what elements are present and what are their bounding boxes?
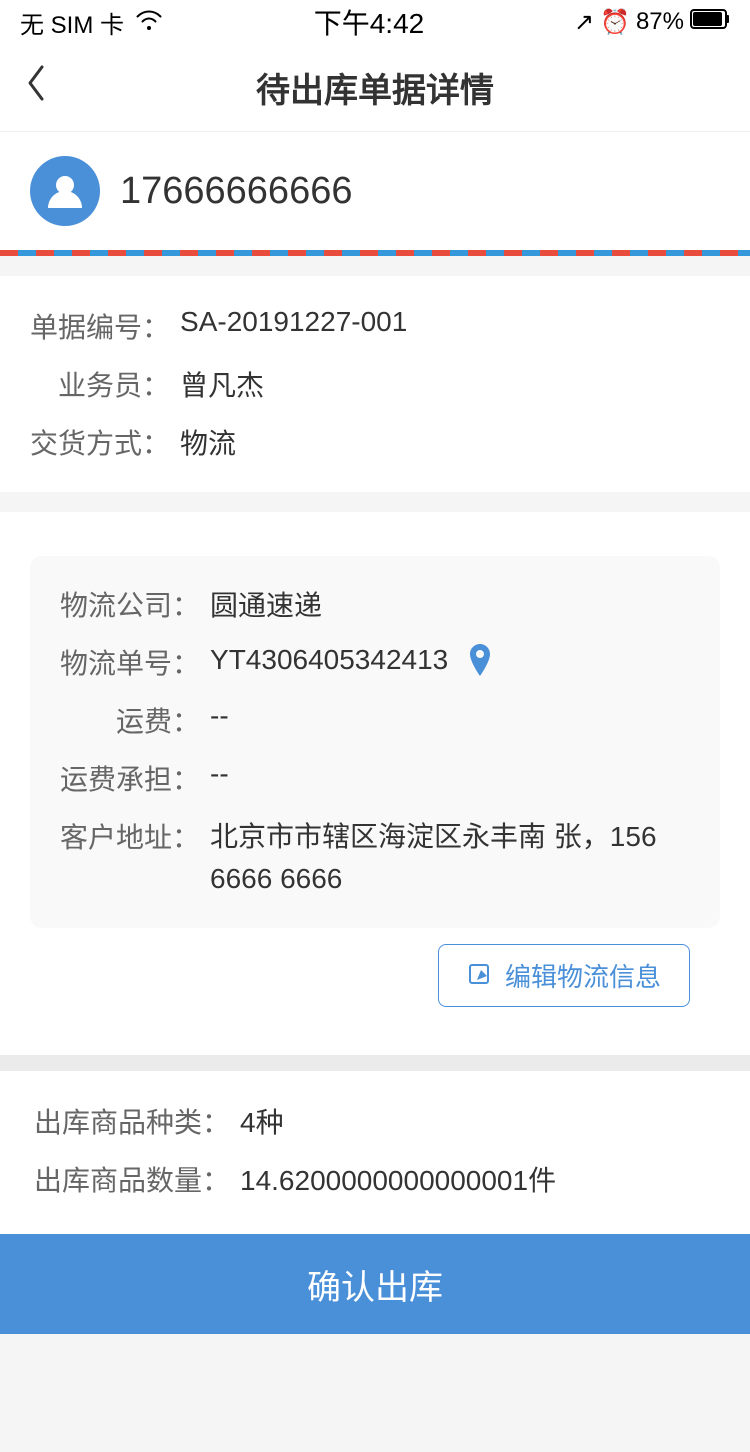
edit-logistics-label: 编辑物流信息 [505, 957, 661, 994]
address-row: 客户地址： 北京市市辖区海淀区永丰南 张，156 6666 6666 [60, 816, 690, 900]
carrier-text: 无 SIM 卡 [20, 5, 124, 40]
logistics-card: 物流公司： 圆通速递 物流单号： YT43064053424​13 运费： --… [30, 556, 720, 928]
salesperson-row: 业务员： 曾凡杰 [30, 364, 720, 404]
wifi-icon [134, 8, 164, 37]
goods-type-label: 出库商品种类： [30, 1101, 230, 1141]
location-status-icon: ↗ [574, 8, 594, 37]
goods-quantity-row: 出库商品数量： 14.620000000000000​1件 [30, 1159, 720, 1199]
goods-section: 出库商品种类： 4种 出库商品数量： 14.620000000000000​1件 [0, 1071, 750, 1229]
dashed-divider [0, 250, 750, 256]
tracking-label: 物流单号： [60, 642, 200, 682]
delivery-method-row: 交货方式： 物流 [30, 422, 720, 462]
battery-text: 87% [636, 8, 684, 36]
delivery-method-label: 交货方式： [30, 422, 170, 462]
freight-row: 运费： -- [60, 700, 690, 740]
logistics-company-value: 圆通速递 [210, 584, 690, 624]
goods-quantity-label: 出库商品数量： [30, 1159, 230, 1199]
status-bar: 无 SIM 卡 下午4:42 ↗ ⏰ 87% [0, 0, 750, 44]
goods-type-value: 4种 [240, 1101, 720, 1141]
address-label: 客户地址： [60, 816, 200, 856]
nav-bar: 待出库单据详情 [0, 44, 750, 132]
freight-bear-label: 运费承担： [60, 758, 200, 798]
edit-logistics-button[interactable]: 编辑物流信息 [438, 944, 690, 1007]
freight-label: 运费： [60, 700, 200, 740]
delivery-method-value: 物流 [180, 422, 720, 462]
status-right: ↗ ⏰ 87% [574, 8, 730, 37]
page-title: 待出库单据详情 [256, 63, 494, 112]
document-number-row: 单据编号： SA-20191227-001 [30, 306, 720, 346]
freight-value: -- [210, 700, 690, 732]
document-number-value: SA-20191227-001 [180, 306, 720, 338]
alarm-icon: ⏰ [600, 8, 630, 37]
tracking-value: YT43064053424​13 [210, 642, 690, 678]
tracking-row: 物流单号： YT43064053424​13 [60, 642, 690, 682]
logistics-company-label: 物流公司： [60, 584, 200, 624]
confirm-bar[interactable]: 确认出库 [0, 1234, 750, 1334]
bottom-spacer [0, 1332, 750, 1452]
goods-quantity-value: 14.620000000000000​1件 [240, 1159, 720, 1199]
edit-icon [467, 962, 495, 990]
battery-icon [690, 8, 730, 37]
edit-logistics-row: 编辑物流信息 [30, 928, 720, 1031]
address-value: 北京市市辖区海淀区永丰南 张，156 6666 6666 [210, 816, 690, 900]
confirm-label: 确认出库 [307, 1260, 443, 1309]
document-number-label: 单据编号： [30, 306, 170, 346]
status-time: 下午4:42 [314, 2, 425, 42]
status-left: 无 SIM 卡 [20, 5, 164, 40]
goods-type-row: 出库商品种类： 4种 [30, 1101, 720, 1141]
salesperson-value: 曾凡杰 [180, 364, 720, 404]
freight-bear-value: -- [210, 758, 690, 790]
avatar [30, 156, 100, 226]
logistics-section: 物流公司： 圆通速递 物流单号： YT43064053424​13 运费： --… [0, 512, 750, 1055]
user-header: 17666666666 [0, 132, 750, 250]
gray-divider [0, 1055, 750, 1071]
freight-bear-row: 运费承担： -- [60, 758, 690, 798]
location-pin-icon[interactable] [462, 642, 498, 678]
back-button[interactable] [24, 63, 48, 112]
logistics-company-row: 物流公司： 圆通速递 [60, 584, 690, 624]
document-section: 单据编号： SA-20191227-001 业务员： 曾凡杰 交货方式： 物流 [0, 276, 750, 492]
salesperson-label: 业务员： [30, 364, 170, 404]
user-phone: 17666666666 [120, 170, 352, 213]
